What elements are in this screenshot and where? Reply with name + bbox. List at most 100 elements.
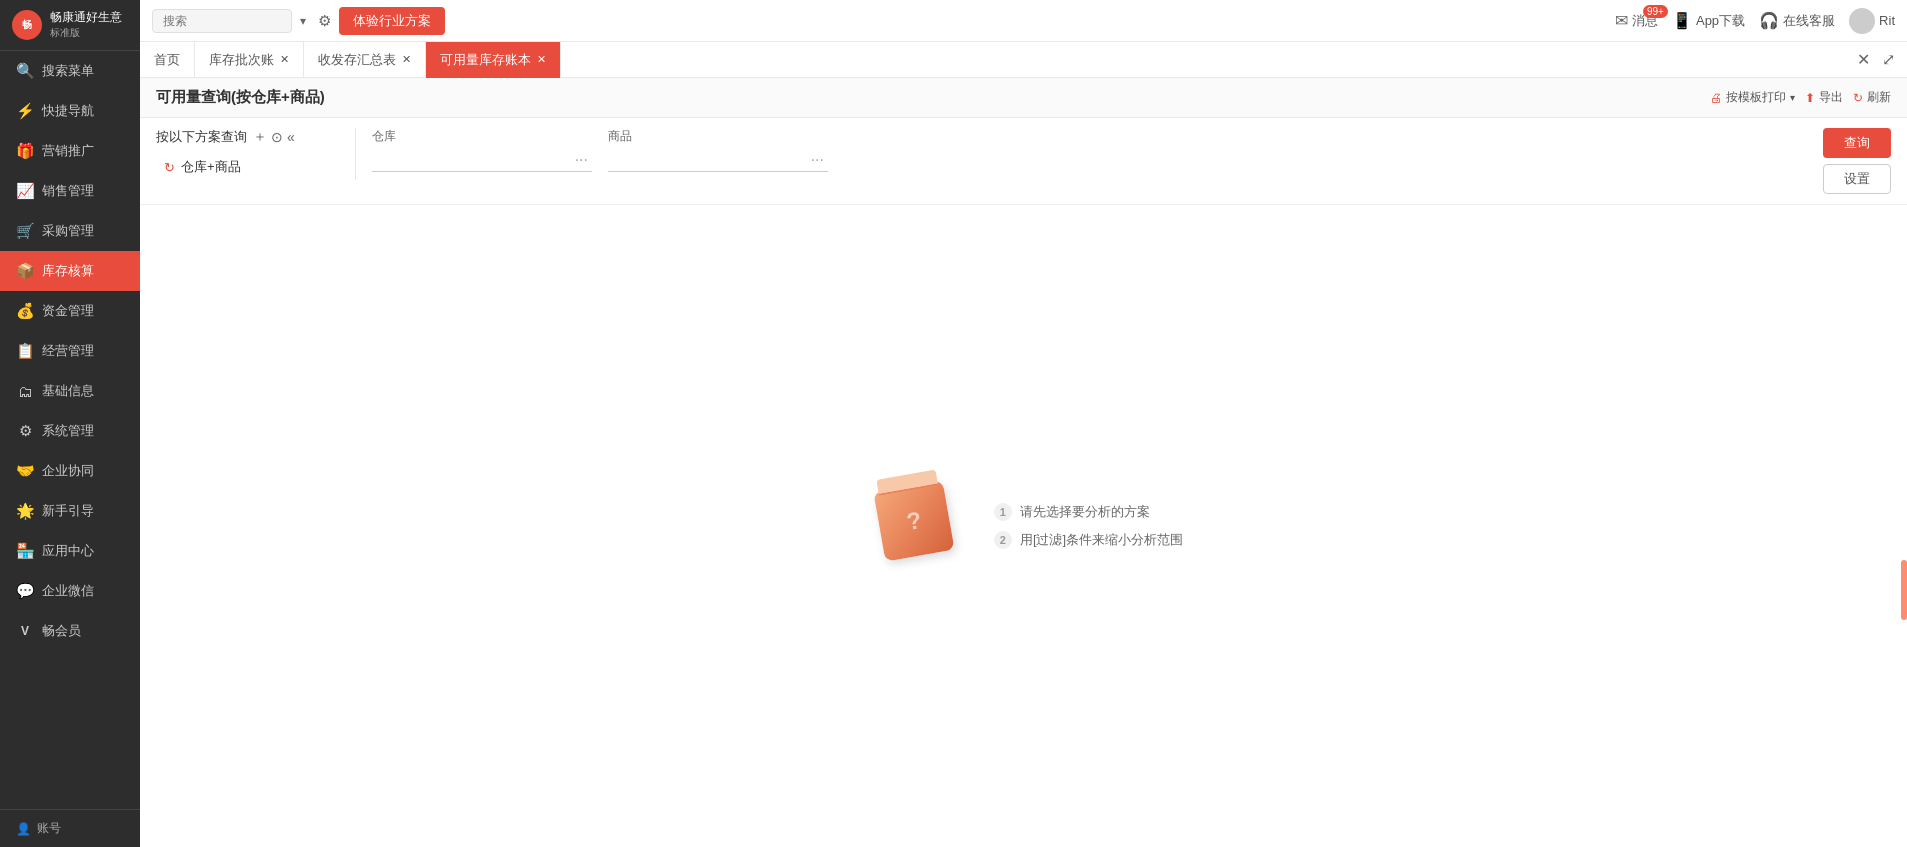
goods-picker-btn[interactable]: ···: [811, 151, 824, 169]
refresh-label: 刷新: [1867, 89, 1891, 106]
sidebar-user-name: 账号: [37, 820, 61, 837]
scheme-item-warehouse-goods[interactable]: ↻ 仓库+商品: [156, 154, 343, 180]
tab-batch[interactable]: 库存批次账 ✕: [195, 42, 304, 78]
sidebar-item-newbie[interactable]: 🌟 新手引导: [0, 491, 140, 531]
user-avatar: [1849, 8, 1875, 34]
tab-summary-close[interactable]: ✕: [402, 53, 411, 66]
appstore-icon: 🏪: [16, 542, 34, 560]
page-header-actions: 🖨 按模板打印 ▾ ⬆ 导出 ↻ 刷新: [1710, 89, 1891, 106]
print-btn[interactable]: 🖨 按模板打印 ▾: [1710, 89, 1795, 106]
query-scheme-panel: 按以下方案查询 ＋ ⊙ « ↻ 仓库+商品: [156, 128, 356, 180]
sidebar-item-finance[interactable]: 💰 资金管理: [0, 291, 140, 331]
tab-available-label: 可用量库存账本: [440, 51, 531, 69]
refresh-icon: ↻: [1853, 91, 1863, 105]
sidebar-item-search[interactable]: 🔍 搜索菜单: [0, 51, 140, 91]
tab-home-label: 首页: [154, 51, 180, 69]
app-download-btn[interactable]: 📱 App下载: [1672, 11, 1745, 30]
goods-input[interactable]: [612, 153, 807, 168]
sidebar-item-basic[interactable]: 🗂 基础信息: [0, 371, 140, 411]
user-profile-btn[interactable]: Rit: [1849, 8, 1895, 34]
sidebar-item-label: 系统管理: [42, 422, 94, 440]
printer-icon: 🖨: [1710, 91, 1722, 105]
add-scheme-btn[interactable]: ＋: [253, 128, 267, 146]
hint-num-1: 1: [994, 503, 1012, 521]
scheme-actions: ＋ ⊙ «: [253, 128, 295, 146]
message-btn[interactable]: ✉ 消息 99+: [1615, 11, 1658, 30]
hint-item-1: 1 请先选择要分析的方案: [994, 503, 1183, 521]
tab-batch-close[interactable]: ✕: [280, 53, 289, 66]
sidebar-item-member[interactable]: V 畅会员: [0, 611, 140, 651]
sidebar-item-label: 企业微信: [42, 582, 94, 600]
sidebar-nav: 🔍 搜索菜单 ⚡ 快捷导航 🎁 营销推广 📈 销售管理 🛒 采购管理 📦 库存核…: [0, 51, 140, 809]
print-label: 按模板打印: [1726, 89, 1786, 106]
print-dropdown-icon[interactable]: ▾: [1790, 92, 1795, 103]
topbar-gear-icon[interactable]: ⚙: [318, 12, 331, 30]
tab-summary[interactable]: 收发存汇总表 ✕: [304, 42, 426, 78]
scheme-item-icon: ↻: [164, 160, 175, 175]
goods-input-wrap: ···: [608, 149, 828, 172]
tab-close-all-btn[interactable]: ✕: [1853, 46, 1874, 73]
sidebar-item-appstore[interactable]: 🏪 应用中心: [0, 531, 140, 571]
query-fields: 仓库 ··· 商品 ···: [372, 128, 1807, 172]
cooperation-icon: 🤝: [16, 462, 34, 480]
sidebar-item-label: 搜索菜单: [42, 62, 94, 80]
sidebar-item-system[interactable]: ⚙ 系统管理: [0, 411, 140, 451]
hint-text-2: 用[过滤]条件来缩小分析范围: [1020, 531, 1183, 549]
query-btn[interactable]: 查询: [1823, 128, 1891, 158]
empty-state: 1 请先选择要分析的方案 2 用[过滤]条件来缩小分析范围: [140, 205, 1907, 847]
topbar: ▾ ⚙ 体验行业方案 ✉ 消息 99+ 📱 App下载 🎧 在线客服 Rit: [140, 0, 1907, 42]
tab-available[interactable]: 可用量库存账本 ✕: [426, 42, 561, 78]
sidebar-item-quicknav[interactable]: ⚡ 快捷导航: [0, 91, 140, 131]
industry-btn[interactable]: 体验行业方案: [339, 7, 445, 35]
service-btn[interactable]: 🎧 在线客服: [1759, 11, 1835, 30]
phone-icon: 📱: [1672, 11, 1692, 30]
empty-hints: 1 请先选择要分析的方案 2 用[过滤]条件来缩小分析范围: [994, 503, 1183, 549]
right-scrollbar-handle[interactable]: [1901, 560, 1907, 620]
query-scheme-label: 按以下方案查询: [156, 128, 247, 146]
export-btn[interactable]: ⬆ 导出: [1805, 89, 1843, 106]
tab-summary-label: 收发存汇总表: [318, 51, 396, 69]
tab-expand-btn[interactable]: ⤢: [1878, 46, 1899, 73]
sidebar-item-label: 资金管理: [42, 302, 94, 320]
sidebar: 畅 畅康通好生意 标准版 🔍 搜索菜单 ⚡ 快捷导航 🎁 营销推广 📈 销售管理…: [0, 0, 140, 847]
warehouse-picker-btn[interactable]: ···: [575, 151, 588, 169]
purchase-icon: 🛒: [16, 222, 34, 240]
sidebar-item-inventory[interactable]: 📦 库存核算: [0, 251, 140, 291]
tabs-actions: ✕ ⤢: [1853, 46, 1907, 73]
warehouse-input[interactable]: [376, 153, 571, 168]
hint-item-2: 2 用[过滤]条件来缩小分析范围: [994, 531, 1183, 549]
marketing-icon: 🎁: [16, 142, 34, 160]
sidebar-item-label: 经营管理: [42, 342, 94, 360]
service-label: 在线客服: [1783, 12, 1835, 30]
settings-scheme-btn[interactable]: ⊙: [271, 128, 283, 146]
topbar-search-input[interactable]: [152, 9, 292, 33]
collapse-scheme-btn[interactable]: «: [287, 128, 295, 146]
warehouse-field-group: 仓库 ···: [372, 128, 592, 172]
tab-home[interactable]: 首页: [140, 42, 195, 78]
sidebar-item-cooperation[interactable]: 🤝 企业协同: [0, 451, 140, 491]
warehouse-input-wrap: ···: [372, 149, 592, 172]
sidebar-item-purchase[interactable]: 🛒 采购管理: [0, 211, 140, 251]
topbar-dropdown[interactable]: ▾: [300, 14, 306, 28]
sidebar-title: 畅康通好生意: [50, 10, 122, 26]
message-badge: 99+: [1643, 5, 1668, 18]
member-icon: V: [16, 624, 34, 638]
warehouse-label: 仓库: [372, 128, 592, 145]
sidebar-logo: 畅: [12, 10, 42, 40]
sidebar-item-marketing[interactable]: 🎁 营销推广: [0, 131, 140, 171]
wechat-icon: 💬: [16, 582, 34, 600]
refresh-btn[interactable]: ↻ 刷新: [1853, 89, 1891, 106]
headset-icon: 🎧: [1759, 11, 1779, 30]
tab-available-close[interactable]: ✕: [537, 53, 546, 66]
sidebar-item-sales[interactable]: 📈 销售管理: [0, 171, 140, 211]
sidebar-item-wechat[interactable]: 💬 企业微信: [0, 571, 140, 611]
sidebar-item-operation[interactable]: 📋 经营管理: [0, 331, 140, 371]
sidebar-footer: 👤 账号: [0, 809, 140, 847]
app-label: App下载: [1696, 12, 1745, 30]
user-name: Rit: [1879, 13, 1895, 28]
inventory-icon: 📦: [16, 262, 34, 280]
export-icon: ⬆: [1805, 91, 1815, 105]
newbie-icon: 🌟: [16, 502, 34, 520]
setting-btn[interactable]: 设置: [1823, 164, 1891, 194]
export-label: 导出: [1819, 89, 1843, 106]
